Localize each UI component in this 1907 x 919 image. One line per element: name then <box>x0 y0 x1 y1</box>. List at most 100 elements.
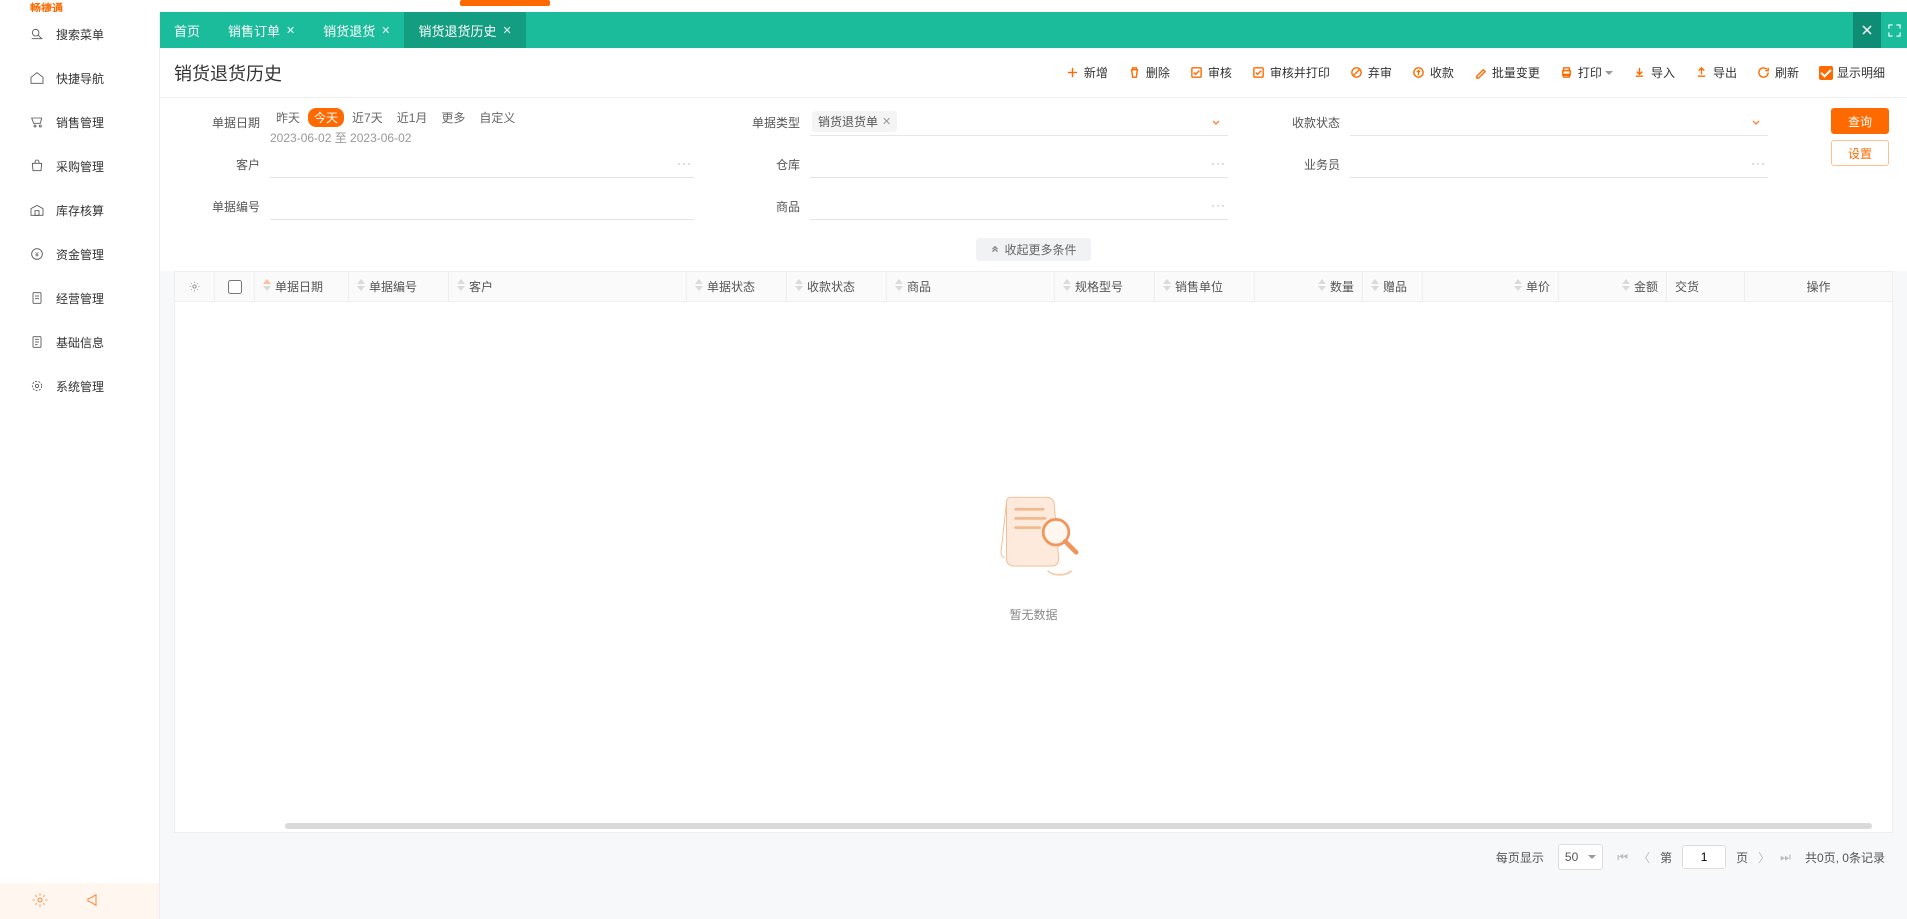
export-button[interactable]: 导出 <box>1687 58 1745 88</box>
page-input[interactable] <box>1682 845 1726 869</box>
th-gift[interactable]: 赠品 <box>1363 272 1423 301</box>
th-qty[interactable]: 数量 <box>1255 272 1363 301</box>
side-label: 快捷导航 <box>56 70 104 87</box>
close-icon[interactable]: ✕ <box>286 24 295 37</box>
clipboard-icon <box>28 289 46 307</box>
th-customer[interactable]: 客户 <box>449 272 687 301</box>
select-all-checkbox[interactable] <box>215 272 255 301</box>
tab-sales-return-history[interactable]: 销货退货历史✕ <box>404 12 525 48</box>
refresh-button[interactable]: 刷新 <box>1749 58 1807 88</box>
th-receive-status[interactable]: 收款状态 <box>787 272 887 301</box>
ellipsis-icon[interactable]: ··· <box>1751 156 1766 170</box>
side-search-menu[interactable]: 搜索菜单 <box>0 12 159 56</box>
side-stock[interactable]: 库存核算 <box>0 188 159 232</box>
goods-label: 商品 <box>714 192 810 215</box>
print-button[interactable]: 打印 <box>1552 58 1621 88</box>
th-goods[interactable]: 商品 <box>887 272 1055 301</box>
announce-icon[interactable] <box>86 892 102 911</box>
th-delivery[interactable]: 交货 <box>1667 272 1745 301</box>
warehouse-label: 仓库 <box>714 150 810 173</box>
close-icon[interactable]: ✕ <box>381 24 390 37</box>
show-detail-toggle[interactable]: 显示明细 <box>1811 58 1893 88</box>
ellipsis-icon[interactable]: ··· <box>1211 156 1226 170</box>
side-basic[interactable]: 基础信息 <box>0 320 159 364</box>
page-pre-text: 第 <box>1660 849 1672 866</box>
warehouse-input[interactable] <box>810 150 1228 178</box>
chip-more[interactable]: 更多 <box>435 108 471 127</box>
discard-button[interactable]: 弃审 <box>1342 58 1400 88</box>
th-amount[interactable]: 金额 <box>1559 272 1667 301</box>
receive-button[interactable]: 收款 <box>1404 58 1462 88</box>
chip-custom[interactable]: 自定义 <box>473 108 521 127</box>
th-unit-price[interactable]: 单价 <box>1423 272 1559 301</box>
close-icon[interactable]: ✕ <box>503 24 512 37</box>
gear-dashed-icon <box>28 377 46 395</box>
ellipsis-icon[interactable]: ··· <box>677 156 692 170</box>
chevrons-up-icon <box>990 245 1000 255</box>
chip-yesterday[interactable]: 昨天 <box>270 108 306 127</box>
th-doc-date[interactable]: 单据日期 <box>255 272 349 301</box>
chip-1month[interactable]: 近1月 <box>391 108 434 127</box>
per-page-select[interactable]: 50 <box>1558 844 1603 870</box>
chip-today[interactable]: 今天 <box>308 108 344 127</box>
side-purchase[interactable]: 采购管理 <box>0 144 159 188</box>
salesman-input[interactable] <box>1350 150 1768 178</box>
import-button[interactable]: 导入 <box>1625 58 1683 88</box>
th-spec[interactable]: 规格型号 <box>1055 272 1155 301</box>
tag-remove-icon[interactable]: ✕ <box>882 115 891 128</box>
tab-home[interactable]: 首页 <box>160 12 214 48</box>
side-label: 系统管理 <box>56 378 104 395</box>
doc-type-tag: 销货退货单✕ <box>812 111 897 132</box>
tab-sales-return[interactable]: 销货退货✕ <box>309 12 404 48</box>
side-sales[interactable]: 销售管理 <box>0 100 159 144</box>
side-funds[interactable]: ¥ 资金管理 <box>0 232 159 276</box>
chevron-down-icon <box>1588 855 1596 863</box>
customer-input[interactable] <box>270 150 694 178</box>
side-business[interactable]: 经营管理 <box>0 276 159 320</box>
check-doc-icon <box>1252 66 1266 80</box>
close-all-tabs[interactable] <box>1853 12 1881 48</box>
side-system[interactable]: 系统管理 <box>0 364 159 408</box>
goods-input[interactable] <box>810 192 1228 220</box>
new-button[interactable]: 新增 <box>1058 58 1116 88</box>
th-doc-no[interactable]: 单据编号 <box>349 272 449 301</box>
doc-no-input[interactable] <box>270 192 694 220</box>
doc-icon <box>28 333 46 351</box>
ellipsis-icon[interactable]: ··· <box>1211 198 1226 212</box>
next-page-icon[interactable]: 〉 <box>1758 849 1770 866</box>
receive-status-select[interactable] <box>1350 108 1768 136</box>
chip-7days[interactable]: 近7天 <box>346 108 389 127</box>
collapse-filters[interactable]: 收起更多条件 <box>976 238 1090 261</box>
sidebar-footer <box>0 883 159 919</box>
sidebar: 搜索菜单 快捷导航 销售管理 采购管理 库存核算 ¥ 资金管理 经营管理 基础信… <box>0 12 160 919</box>
tab-strip: 首页 销售订单✕ 销货退货✕ 销货退货历史✕ <box>160 12 1907 48</box>
table-body: 暂无数据 <box>175 302 1892 820</box>
page-title: 销货退货历史 <box>174 60 282 86</box>
side-quick-nav[interactable]: 快捷导航 <box>0 56 159 100</box>
last-page-icon[interactable]: ⏭ <box>1780 850 1791 865</box>
import-icon <box>1633 66 1647 80</box>
side-label: 经营管理 <box>56 290 104 307</box>
doc-date-label: 单据日期 <box>174 108 270 131</box>
top-accent <box>460 0 550 6</box>
data-table: 单据日期 单据编号 客户 单据状态 收款状态 商品 规格型号 销售单位 数量 赠… <box>174 271 1893 833</box>
delete-button[interactable]: 删除 <box>1120 58 1178 88</box>
fullscreen-icon[interactable] <box>1881 12 1907 48</box>
th-sale-unit[interactable]: 销售单位 <box>1155 272 1255 301</box>
th-doc-status[interactable]: 单据状态 <box>687 272 787 301</box>
empty-text: 暂无数据 <box>979 606 1089 623</box>
settings-icon[interactable] <box>32 892 48 911</box>
query-button[interactable]: 查询 <box>1831 108 1889 134</box>
batch-change-button[interactable]: 批量变更 <box>1466 58 1548 88</box>
customer-label: 客户 <box>174 150 270 173</box>
prev-page-icon[interactable]: 〈 <box>1638 849 1650 866</box>
setting-button[interactable]: 设置 <box>1831 140 1889 166</box>
doc-type-select[interactable]: 销货退货单✕ <box>810 108 1228 136</box>
table-settings-icon[interactable] <box>175 272 215 301</box>
audit-print-button[interactable]: 审核并打印 <box>1244 58 1338 88</box>
first-page-icon[interactable]: ⏮ <box>1617 850 1628 865</box>
audit-button[interactable]: 审核 <box>1182 58 1240 88</box>
horizontal-scrollbar[interactable] <box>175 820 1892 832</box>
receive-status-label: 收款状态 <box>1254 108 1350 131</box>
tab-sales-order[interactable]: 销售订单✕ <box>214 12 309 48</box>
